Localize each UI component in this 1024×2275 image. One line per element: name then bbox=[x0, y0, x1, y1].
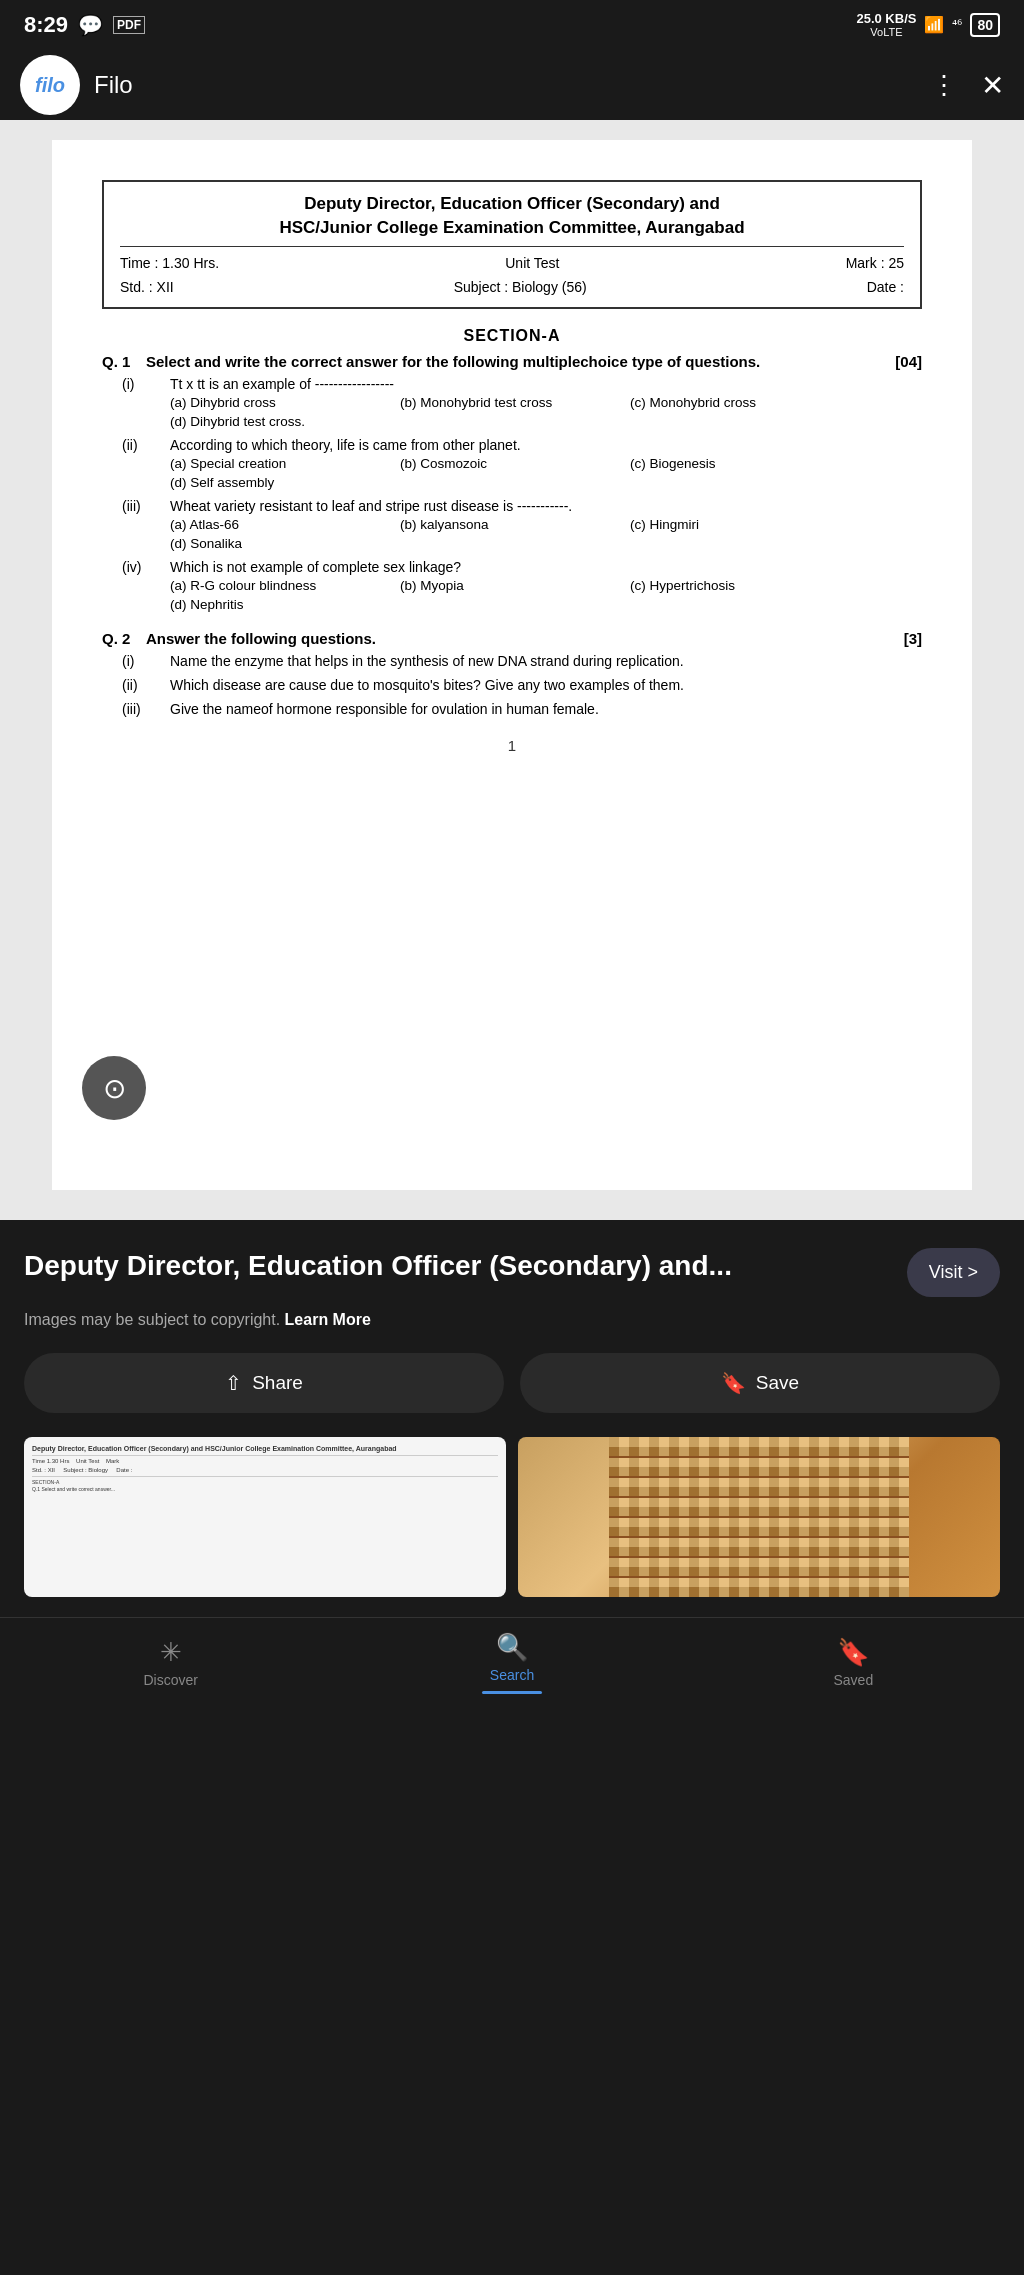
date-label: Date : bbox=[867, 279, 904, 295]
related-image-2[interactable] bbox=[518, 1437, 1000, 1597]
q1-marks: [04] bbox=[895, 353, 922, 370]
lte-signal-icon: ⁴⁶ bbox=[952, 17, 962, 32]
document-area: Deputy Director, Education Officer (Seco… bbox=[0, 120, 1024, 1220]
sub-q-iii: (iii) Wheat variety resistant to leaf an… bbox=[122, 498, 922, 551]
search-icon: 🔍 bbox=[496, 1632, 528, 1663]
subject-label: Subject : Biology (56) bbox=[454, 279, 587, 295]
discover-label: Discover bbox=[143, 1672, 197, 1688]
mark-label: Mark : 25 bbox=[846, 255, 904, 271]
question-1-block: Q. 1 Select and write the correct answer… bbox=[102, 353, 922, 612]
network-speed: 25.0 KB/S VoLTE bbox=[856, 12, 916, 38]
q1-text: Select and write the correct answer for … bbox=[146, 353, 887, 370]
whatsapp-icon: 💬 bbox=[78, 13, 103, 37]
page-number: 1 bbox=[102, 737, 922, 754]
q2-marks: [3] bbox=[904, 630, 922, 647]
doc-info-row2: Std. : XII Subject : Biology (56) Date : bbox=[120, 279, 904, 295]
search-active-indicator bbox=[482, 1691, 542, 1694]
q1-sub-questions: (i) Tt x tt is an example of -----------… bbox=[102, 376, 922, 612]
related-images: Deputy Director, Education Officer (Seco… bbox=[24, 1437, 1000, 1597]
q2-sub-questions: (i) Name the enzyme that helps in the sy… bbox=[102, 653, 922, 717]
close-icon[interactable]: ✕ bbox=[981, 69, 1004, 102]
q2-text: Answer the following questions. bbox=[146, 630, 896, 647]
sub-q2-ii: (ii) Which disease are cause due to mosq… bbox=[122, 677, 922, 693]
doc-title-line1: Deputy Director, Education Officer (Seco… bbox=[120, 194, 904, 214]
info-panel: Deputy Director, Education Officer (Seco… bbox=[0, 1220, 1024, 1617]
unit-test-label: Unit Test bbox=[505, 255, 559, 271]
nav-search[interactable]: 🔍 Search bbox=[341, 1618, 682, 1707]
question-2-block: Q. 2 Answer the following questions. [3]… bbox=[102, 630, 922, 717]
save-icon: 🔖 bbox=[721, 1371, 746, 1395]
sub-q-iv: (iv) Which is not example of complete se… bbox=[122, 559, 922, 612]
screenshot-button[interactable]: ⊙ bbox=[82, 1056, 146, 1120]
filo-logo: filo bbox=[20, 55, 80, 115]
saved-icon: 🔖 bbox=[837, 1637, 869, 1668]
doc-info-row: Time : 1.30 Hrs. Unit Test Mark : 25 bbox=[120, 246, 904, 271]
sub-q-ii: (ii) According to which theory, life is … bbox=[122, 437, 922, 490]
document-paper: Deputy Director, Education Officer (Seco… bbox=[52, 140, 972, 1190]
pdf-icon: PDF bbox=[113, 16, 145, 34]
question-1-header: Q. 1 Select and write the correct answer… bbox=[102, 353, 922, 370]
info-top: Deputy Director, Education Officer (Seco… bbox=[24, 1248, 1000, 1297]
nav-discover[interactable]: ✳ Discover bbox=[0, 1618, 341, 1707]
std-label: Std. : XII bbox=[120, 279, 174, 295]
status-time: 8:29 💬 PDF bbox=[24, 12, 145, 38]
info-title: Deputy Director, Education Officer (Seco… bbox=[24, 1248, 891, 1283]
sub-q2-iii: (iii) Give the nameof hormone responsibl… bbox=[122, 701, 922, 717]
q2-label: Q. 2 bbox=[102, 630, 138, 647]
saved-label: Saved bbox=[833, 1672, 873, 1688]
share-button[interactable]: ⇧ Share bbox=[24, 1353, 504, 1413]
battery-indicator: 80 bbox=[970, 13, 1000, 37]
battery-level: 80 bbox=[977, 17, 993, 33]
sub-q-i: (i) Tt x tt is an example of -----------… bbox=[122, 376, 922, 429]
status-right: 25.0 KB/S VoLTE 📶 ⁴⁶ 80 bbox=[856, 12, 1000, 38]
search-label: Search bbox=[490, 1667, 534, 1683]
more-options-icon[interactable]: ⋮ bbox=[931, 70, 957, 101]
bottom-nav: ✳ Discover 🔍 Search 🔖 Saved bbox=[0, 1617, 1024, 1707]
app-header: filo Filo ⋮ ✕ bbox=[0, 50, 1024, 120]
share-icon: ⇧ bbox=[225, 1371, 242, 1395]
signal-bars-icon: 📶 bbox=[924, 15, 944, 34]
header-actions: ⋮ ✕ bbox=[931, 69, 1004, 102]
time-display: 8:29 bbox=[24, 12, 68, 38]
screenshot-icon: ⊙ bbox=[103, 1072, 126, 1105]
save-button[interactable]: 🔖 Save bbox=[520, 1353, 1000, 1413]
doc-header-box: Deputy Director, Education Officer (Seco… bbox=[102, 180, 922, 309]
nav-saved[interactable]: 🔖 Saved bbox=[683, 1618, 1024, 1707]
doc-title-line2: HSC/Junior College Examination Committee… bbox=[120, 218, 904, 238]
copyright-text: Images may be subject to copyright. Lear… bbox=[24, 1311, 1000, 1329]
learn-more-link[interactable]: Learn More bbox=[285, 1311, 371, 1328]
app-name: Filo bbox=[94, 71, 917, 99]
visit-button[interactable]: Visit > bbox=[907, 1248, 1000, 1297]
action-buttons: ⇧ Share 🔖 Save bbox=[24, 1353, 1000, 1413]
section-a-title: SECTION-A bbox=[102, 327, 922, 345]
discover-icon: ✳ bbox=[160, 1637, 182, 1668]
logo-text: filo bbox=[35, 74, 65, 97]
question-2-header: Q. 2 Answer the following questions. [3] bbox=[102, 630, 922, 647]
sub-q2-i: (i) Name the enzyme that helps in the sy… bbox=[122, 653, 922, 669]
q1-label: Q. 1 bbox=[102, 353, 138, 370]
status-bar: 8:29 💬 PDF 25.0 KB/S VoLTE 📶 ⁴⁶ 80 bbox=[0, 0, 1024, 50]
related-image-1[interactable]: Deputy Director, Education Officer (Seco… bbox=[24, 1437, 506, 1597]
time-label: Time : 1.30 Hrs. bbox=[120, 255, 219, 271]
